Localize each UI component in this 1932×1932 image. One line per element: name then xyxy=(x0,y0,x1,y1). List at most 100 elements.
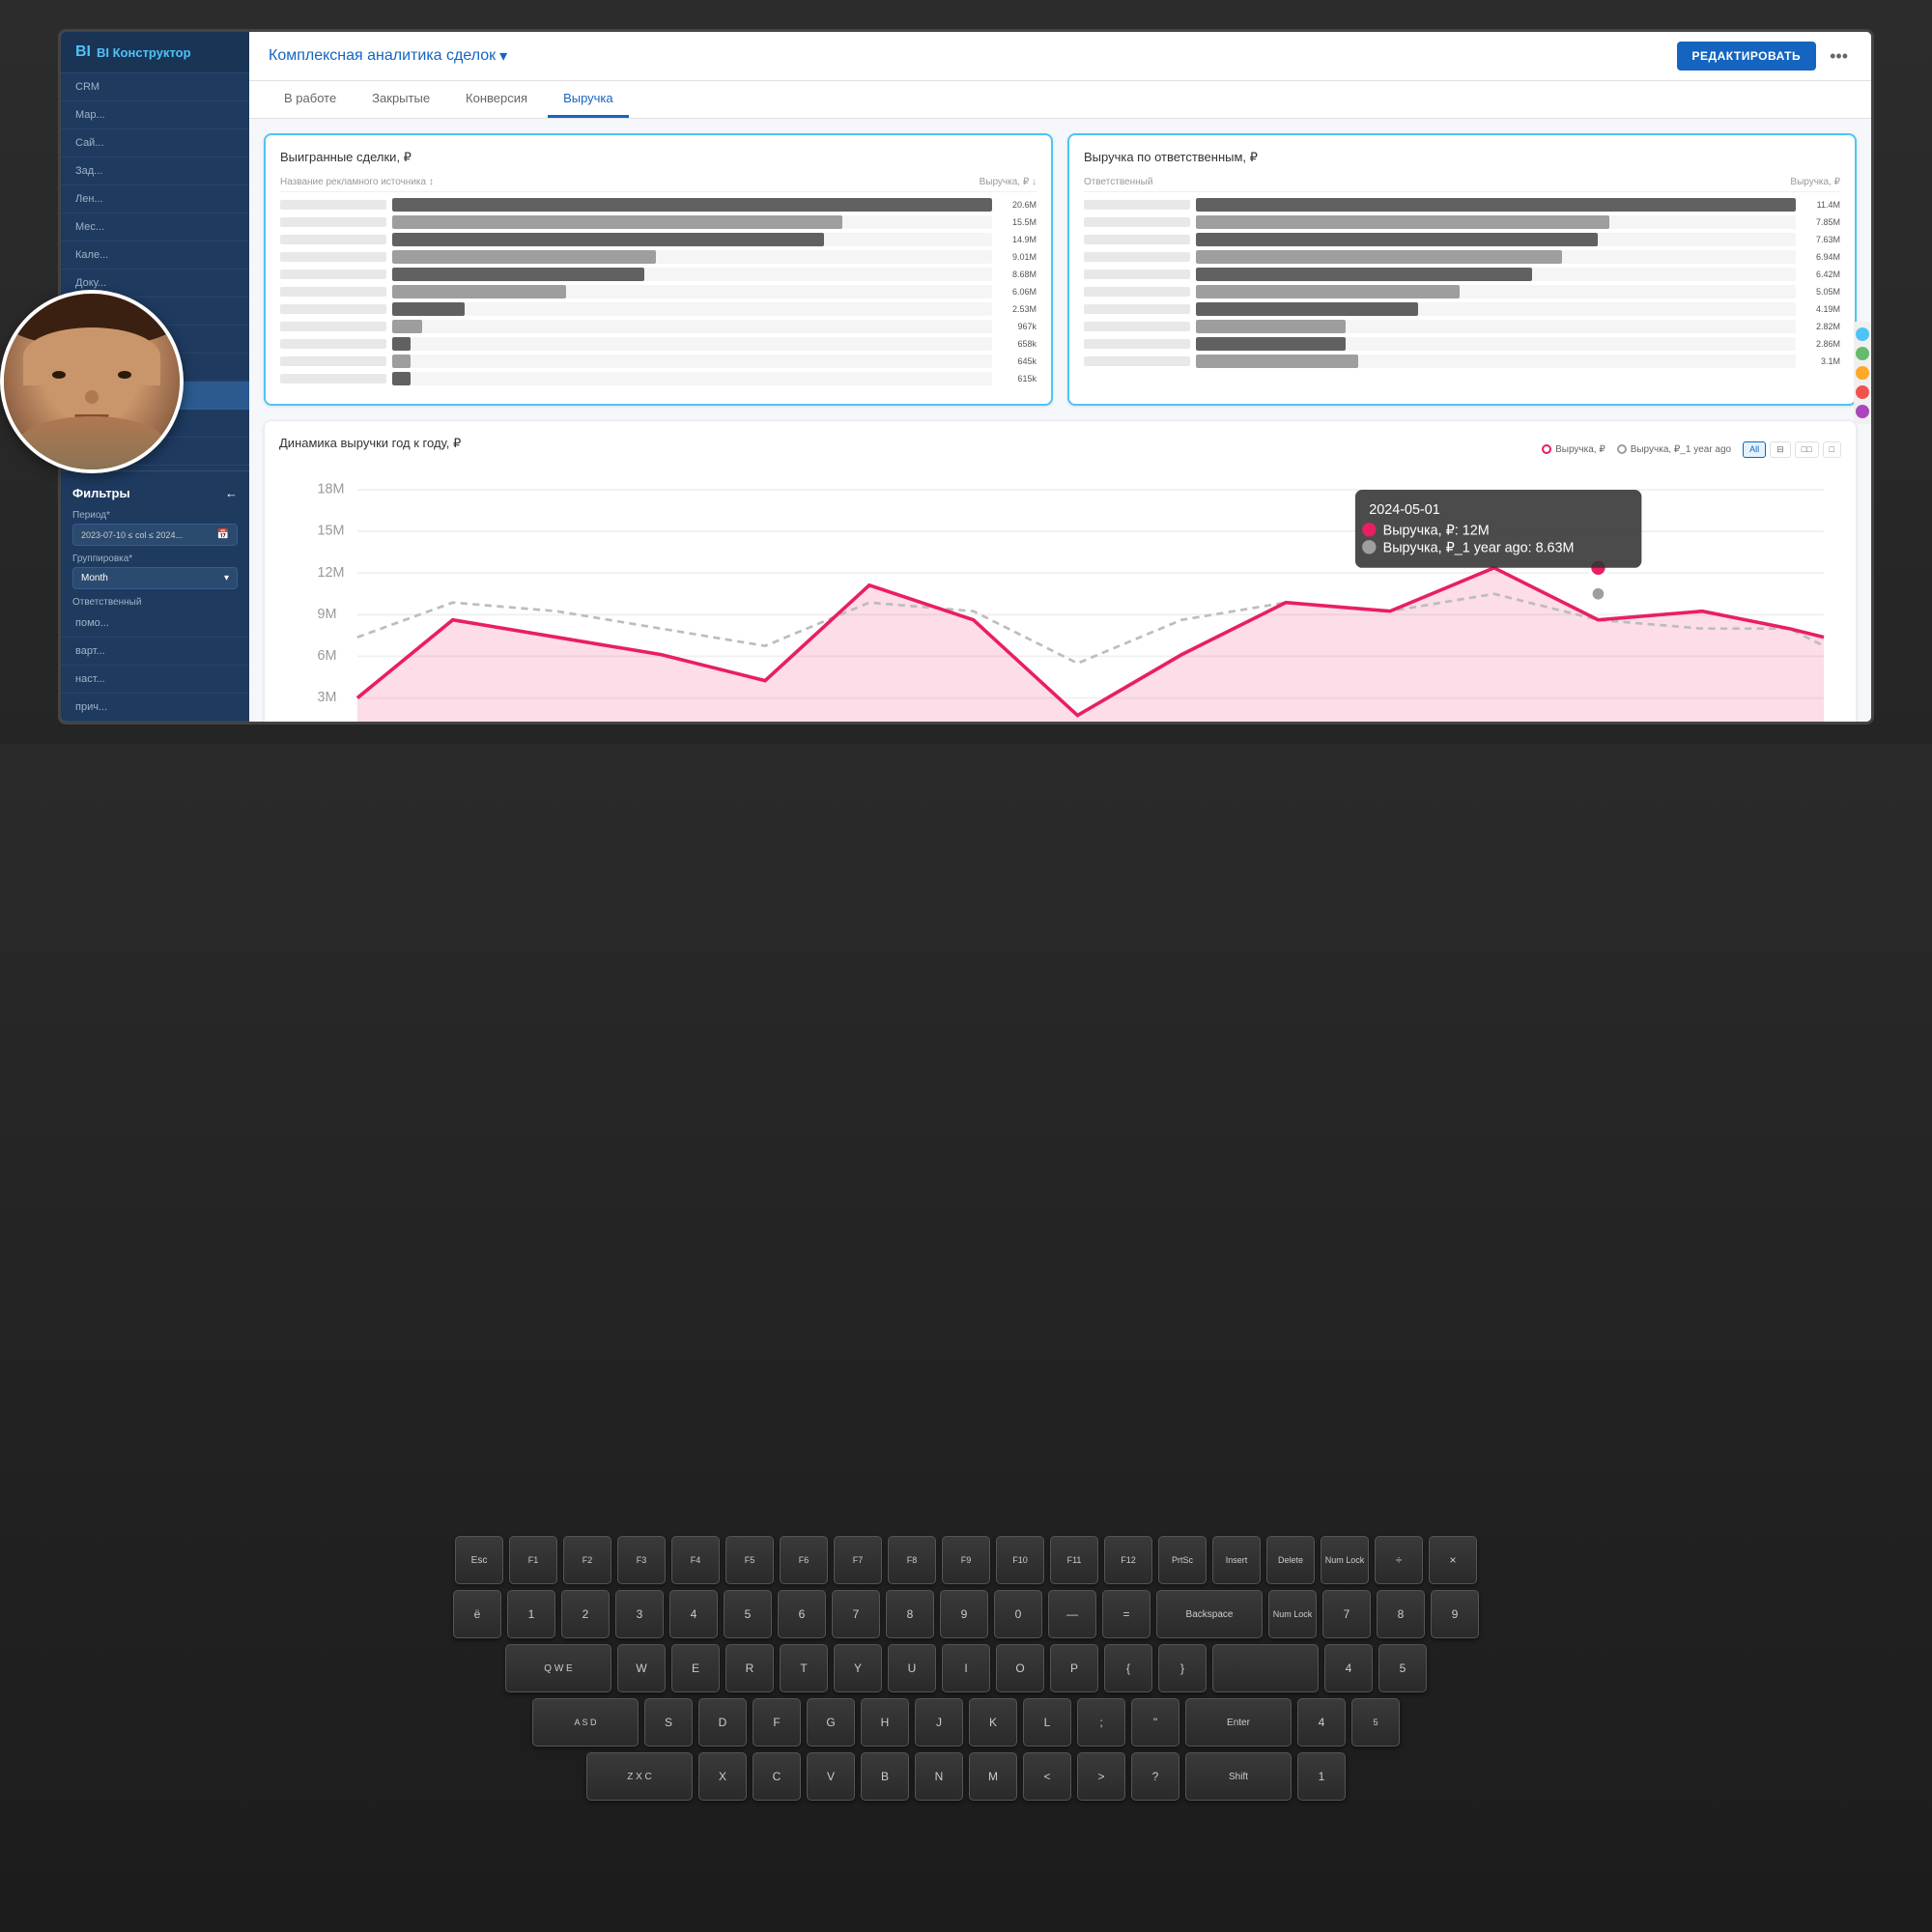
key-enter-top[interactable] xyxy=(1212,1644,1319,1692)
tab-conversion[interactable]: Конверсия xyxy=(450,81,543,118)
key-2[interactable]: 2 xyxy=(561,1590,610,1638)
key-f6[interactable]: F6 xyxy=(780,1536,828,1584)
control-all[interactable]: All xyxy=(1743,441,1766,458)
key-num5[interactable]: 5 xyxy=(1378,1644,1427,1692)
key-backtick[interactable]: ё xyxy=(453,1590,501,1638)
key-num9[interactable]: 9 xyxy=(1431,1590,1479,1638)
tab-closed[interactable]: Закрытые xyxy=(356,81,445,118)
control-table[interactable]: ⊟ xyxy=(1770,441,1791,458)
key-tab[interactable]: Q W E xyxy=(505,1644,611,1692)
key-y[interactable]: Y xyxy=(834,1644,882,1692)
key-period[interactable]: > xyxy=(1077,1752,1125,1801)
filter-collapse-icon[interactable]: ← xyxy=(225,486,238,500)
key-h[interactable]: H xyxy=(861,1698,909,1747)
key-9[interactable]: 9 xyxy=(940,1590,988,1638)
key-minus[interactable]: — xyxy=(1048,1590,1096,1638)
key-enter[interactable]: Enter xyxy=(1185,1698,1292,1747)
key-f10[interactable]: F10 xyxy=(996,1536,1044,1584)
sidebar-item-crm[interactable]: CRM xyxy=(61,73,249,101)
key-e[interactable]: E xyxy=(671,1644,720,1692)
key-4[interactable]: 4 xyxy=(669,1590,718,1638)
key-num7[interactable]: 7 xyxy=(1322,1590,1371,1638)
key-d[interactable]: D xyxy=(698,1698,747,1747)
key-l[interactable]: L xyxy=(1023,1698,1071,1747)
key-prtsc[interactable]: PrtSc xyxy=(1158,1536,1207,1584)
key-slash[interactable]: ? xyxy=(1131,1752,1179,1801)
dropdown-icon[interactable]: ▾ xyxy=(499,46,507,66)
key-semicolon[interactable]: ; xyxy=(1077,1698,1125,1747)
key-f1[interactable]: F1 xyxy=(509,1536,557,1584)
key-esc[interactable]: Esc xyxy=(455,1536,503,1584)
control-expand[interactable]: □□ xyxy=(1795,441,1819,458)
key-quote[interactable]: " xyxy=(1131,1698,1179,1747)
key-f8[interactable]: F8 xyxy=(888,1536,936,1584)
key-i[interactable]: I xyxy=(942,1644,990,1692)
key-p[interactable]: P xyxy=(1050,1644,1098,1692)
key-x[interactable]: X xyxy=(698,1752,747,1801)
key-f5[interactable]: F5 xyxy=(725,1536,774,1584)
key-backspace[interactable]: Backspace xyxy=(1156,1590,1263,1638)
key-6[interactable]: 6 xyxy=(778,1590,826,1638)
sidebar-item-mar[interactable]: Мар... xyxy=(61,101,249,129)
key-5[interactable]: 5 xyxy=(724,1590,772,1638)
key-numlock[interactable]: Num Lock xyxy=(1321,1536,1369,1584)
edit-button[interactable]: РЕДАКТИРОВАТЬ xyxy=(1677,42,1817,71)
key-shift-r[interactable]: Shift xyxy=(1185,1752,1292,1801)
key-caps[interactable]: A S D xyxy=(532,1698,639,1747)
key-shift-l[interactable]: Z X C xyxy=(586,1752,693,1801)
key-v[interactable]: V xyxy=(807,1752,855,1801)
control-fullscreen[interactable]: □ xyxy=(1823,441,1841,458)
key-7[interactable]: 7 xyxy=(832,1590,880,1638)
key-comma[interactable]: < xyxy=(1023,1752,1071,1801)
key-s[interactable]: S xyxy=(644,1698,693,1747)
key-3[interactable]: 3 xyxy=(615,1590,664,1638)
key-f3[interactable]: F3 xyxy=(617,1536,666,1584)
key-1[interactable]: 1 xyxy=(507,1590,555,1638)
key-bracket-r[interactable]: } xyxy=(1158,1644,1207,1692)
key-insert[interactable]: Insert xyxy=(1212,1536,1261,1584)
sidebar-item-vart[interactable]: варт... xyxy=(61,638,249,666)
sidebar-item-prich[interactable]: прич... xyxy=(61,694,249,722)
sidebar-item-sai[interactable]: Сай... xyxy=(61,129,249,157)
tab-in-work[interactable]: В работе xyxy=(269,81,352,118)
key-m[interactable]: M xyxy=(969,1752,1017,1801)
sidebar-item-nast[interactable]: наст... xyxy=(61,666,249,694)
key-num4-2[interactable]: 4 xyxy=(1297,1698,1346,1747)
key-w[interactable]: W xyxy=(617,1644,666,1692)
key-num5-side[interactable]: 5 xyxy=(1351,1698,1400,1747)
key-b[interactable]: B xyxy=(861,1752,909,1801)
sidebar-item-pomo[interactable]: помо... xyxy=(61,610,249,638)
key-equals[interactable]: = xyxy=(1102,1590,1151,1638)
sidebar-item-zad[interactable]: Зад... xyxy=(61,157,249,185)
key-bracket-l[interactable]: { xyxy=(1104,1644,1152,1692)
key-f9[interactable]: F9 xyxy=(942,1536,990,1584)
key-r[interactable]: R xyxy=(725,1644,774,1692)
key-t[interactable]: T xyxy=(780,1644,828,1692)
tab-revenue[interactable]: Выручка xyxy=(548,81,629,118)
key-num1[interactable]: 1 xyxy=(1297,1752,1346,1801)
key-f7[interactable]: F7 xyxy=(834,1536,882,1584)
sidebar-item-len[interactable]: Лен... xyxy=(61,185,249,213)
key-f12[interactable]: F12 xyxy=(1104,1536,1152,1584)
key-numlock2[interactable]: Num Lock xyxy=(1268,1590,1317,1638)
key-num4[interactable]: 4 xyxy=(1324,1644,1373,1692)
key-num8[interactable]: 8 xyxy=(1377,1590,1425,1638)
key-f[interactable]: F xyxy=(753,1698,801,1747)
key-n[interactable]: N xyxy=(915,1752,963,1801)
key-c[interactable]: C xyxy=(753,1752,801,1801)
key-multiply[interactable]: × xyxy=(1429,1536,1477,1584)
key-divide[interactable]: ÷ xyxy=(1375,1536,1423,1584)
key-f4[interactable]: F4 xyxy=(671,1536,720,1584)
key-f2[interactable]: F2 xyxy=(563,1536,611,1584)
key-8[interactable]: 8 xyxy=(886,1590,934,1638)
more-button[interactable]: ••• xyxy=(1826,46,1852,67)
key-g[interactable]: G xyxy=(807,1698,855,1747)
key-o[interactable]: O xyxy=(996,1644,1044,1692)
key-delete[interactable]: Delete xyxy=(1266,1536,1315,1584)
grouping-select[interactable]: Month ▾ xyxy=(72,567,238,589)
key-f11[interactable]: F11 xyxy=(1050,1536,1098,1584)
key-0[interactable]: 0 xyxy=(994,1590,1042,1638)
key-j[interactable]: J xyxy=(915,1698,963,1747)
sidebar-item-mes[interactable]: Мес... xyxy=(61,213,249,242)
period-input[interactable]: 2023-07-10 ≤ col ≤ 2024... 📅 xyxy=(72,524,238,546)
